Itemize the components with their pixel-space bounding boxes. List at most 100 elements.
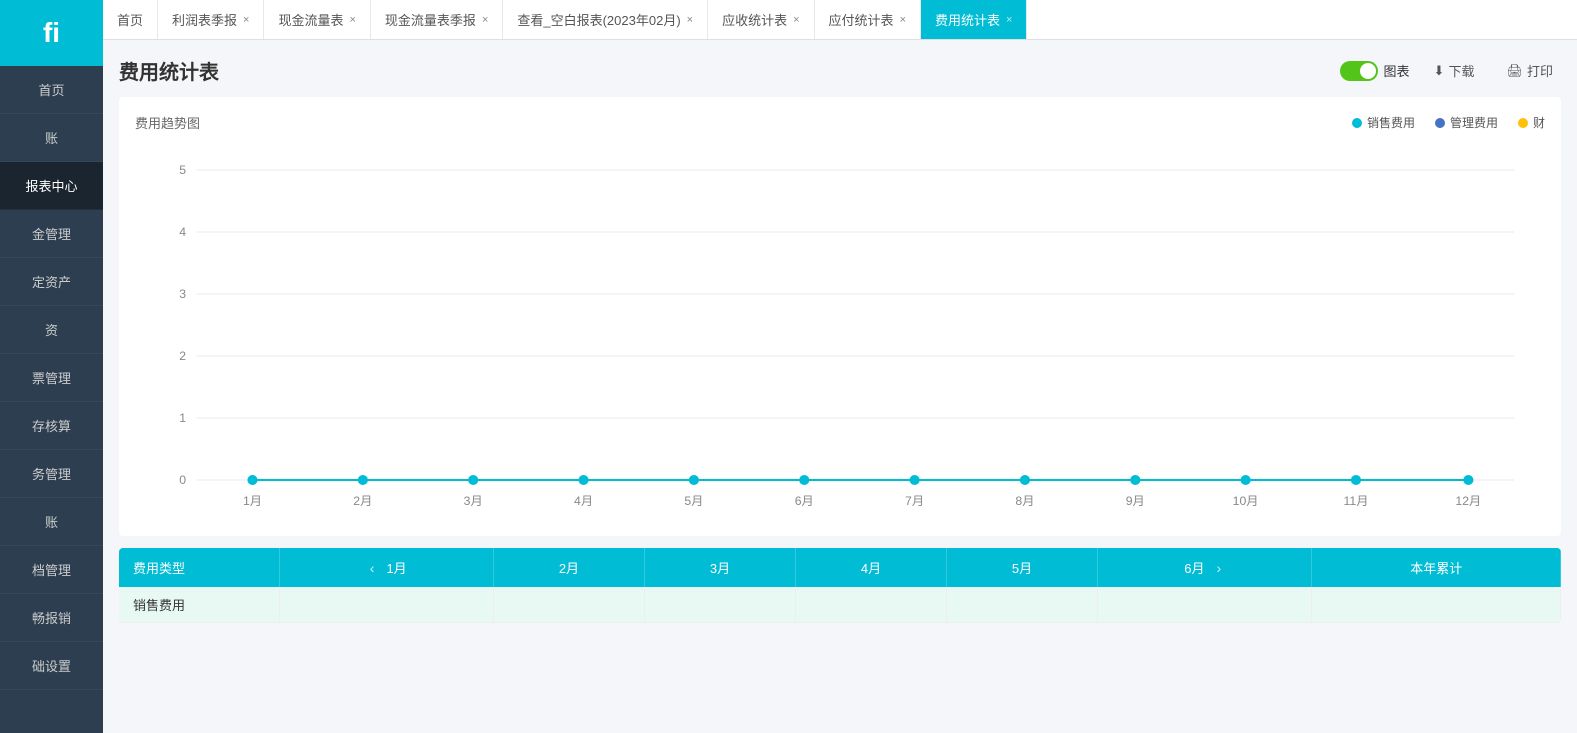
sidebar-item-invoice[interactable]: 票管理 [0, 354, 103, 402]
row-m1-cell [279, 587, 493, 623]
sidebar-item-assets[interactable]: 定资产 [0, 258, 103, 306]
sidebar-item-home[interactable]: 首页 [0, 66, 103, 114]
tab-close-receivable[interactable]: × [793, 14, 799, 26]
sidebar-logo: fi [0, 0, 103, 66]
svg-text:12月: 12月 [1455, 494, 1481, 508]
row-m2-cell [493, 587, 644, 623]
row-m6-cell [1098, 587, 1312, 623]
svg-text:0: 0 [179, 473, 186, 487]
sidebar-item-expense[interactable]: 畅报销 [0, 594, 103, 642]
tab-close-profit-quarterly[interactable]: × [243, 14, 249, 26]
row-m3-cell [644, 587, 795, 623]
svg-text:2月: 2月 [353, 494, 372, 508]
tab-close-payable[interactable]: × [900, 14, 906, 26]
svg-text:6月: 6月 [795, 494, 814, 508]
chart-toggle[interactable] [1340, 61, 1378, 81]
page-content: 费用统计表 图表 ⬇ 下载 🖨 打印 费用趋势图 [103, 40, 1577, 733]
sidebar-item-archive[interactable]: 档管理 [0, 546, 103, 594]
legend-item-admin: 管理费用 [1435, 114, 1498, 131]
col-month-2-header: 2月 [493, 548, 644, 587]
page-title: 费用统计表 [119, 56, 219, 85]
chart-legend: 销售费用 管理费用 财 [1352, 114, 1545, 131]
svg-text:9月: 9月 [1126, 494, 1145, 508]
print-button[interactable]: 🖨 打印 [1498, 57, 1561, 84]
sidebar-item-service[interactable]: 务管理 [0, 450, 103, 498]
tab-receivable[interactable]: 应收统计表 × [708, 0, 814, 39]
sidebar-item-account[interactable]: 账 [0, 498, 103, 546]
svg-text:1月: 1月 [243, 494, 262, 508]
chart-panel: 费用趋势图 销售费用 管理费用 财 [119, 97, 1561, 536]
tab-close-cashflow-quarterly[interactable]: × [482, 14, 488, 26]
data-table-wrap: 费用类型 ‹ 1月 2月 3月 4月 5月 [119, 548, 1561, 623]
chart-toggle-label: 图表 [1384, 61, 1410, 80]
row-m4-cell [795, 587, 946, 623]
legend-dot-sales [1352, 118, 1362, 128]
page-header: 费用统计表 图表 ⬇ 下载 🖨 打印 [119, 56, 1561, 85]
header-actions: 图表 ⬇ 下载 🖨 打印 [1340, 57, 1561, 84]
col-summary-header: 本年累计 [1312, 548, 1561, 587]
tab-cashflow[interactable]: 现金流量表 × [264, 0, 370, 39]
col-month-6-label: 6月 [1184, 558, 1204, 577]
legend-dot-admin [1435, 118, 1445, 128]
col-month-3-header: 3月 [644, 548, 795, 587]
chart-toggle-wrap: 图表 [1340, 61, 1410, 81]
legend-item-sales: 销售费用 [1352, 114, 1415, 131]
table-row: 销售费用 [119, 587, 1561, 623]
legend-label-finance: 财 [1533, 114, 1545, 131]
prev-arrow[interactable]: ‹ [366, 560, 379, 576]
tab-payable[interactable]: 应付统计表 × [815, 0, 921, 39]
tab-cashflow-quarterly[interactable]: 现金流量表季报 × [371, 0, 503, 39]
col-month-1: 1月 [386, 558, 406, 577]
tab-bar: 首页 利润表季报 × 现金流量表 × 现金流量表季报 × 查看_空白报表(202… [103, 0, 1577, 40]
tab-close-blank-report[interactable]: × [687, 14, 693, 26]
svg-text:3: 3 [179, 287, 186, 301]
sidebar-item-cash[interactable]: 金管理 [0, 210, 103, 258]
row-summary-cell [1312, 587, 1561, 623]
tab-profit-quarterly[interactable]: 利润表季报 × [158, 0, 264, 39]
col-month-4-header: 4月 [795, 548, 946, 587]
svg-text:1: 1 [179, 411, 186, 425]
download-label: 下载 [1448, 61, 1474, 80]
svg-text:11月: 11月 [1343, 494, 1368, 508]
svg-text:8月: 8月 [1015, 494, 1034, 508]
svg-text:5: 5 [179, 163, 186, 177]
sidebar-item-salary[interactable]: 资 [0, 306, 103, 354]
legend-item-finance: 财 [1518, 114, 1545, 131]
col-month-5-header: 5月 [946, 548, 1097, 587]
svg-text:4月: 4月 [574, 494, 593, 508]
legend-dot-finance [1518, 118, 1528, 128]
svg-text:3月: 3月 [464, 494, 483, 508]
tab-close-expense[interactable]: × [1006, 14, 1012, 26]
row-type-cell: 销售费用 [119, 587, 279, 623]
col-prev-nav[interactable]: ‹ 1月 [279, 548, 493, 587]
chart-title: 费用趋势图 [135, 113, 200, 132]
chart-svg: 5 4 3 2 1 0 1月 2月 3月 4月 5月 6月 7月 8月 9 [135, 140, 1545, 520]
svg-text:7月: 7月 [905, 494, 924, 508]
svg-text:2: 2 [179, 349, 186, 363]
download-icon: ⬇ [1434, 63, 1445, 79]
sidebar-item-ledger[interactable]: 账 [0, 114, 103, 162]
tab-close-cashflow[interactable]: × [349, 14, 355, 26]
expense-table: 费用类型 ‹ 1月 2月 3月 4月 5月 [119, 548, 1561, 623]
tab-expense[interactable]: 费用统计表 × [921, 0, 1027, 39]
svg-text:4: 4 [179, 225, 186, 239]
chart-header: 费用趋势图 销售费用 管理费用 财 [135, 113, 1545, 132]
tab-home[interactable]: 首页 [103, 0, 158, 39]
print-label: 打印 [1527, 61, 1553, 80]
legend-label-sales: 销售费用 [1367, 114, 1415, 131]
legend-label-admin: 管理费用 [1450, 114, 1498, 131]
tab-blank-report[interactable]: 查看_空白报表(2023年02月) × [503, 0, 708, 39]
main-area: 首页 利润表季报 × 现金流量表 × 现金流量表季报 × 查看_空白报表(202… [103, 0, 1577, 733]
sidebar: fi 首页 账 报表中心 金管理 定资产 资 票管理 存核算 务管理 账 档管理… [0, 0, 103, 733]
chart-area: 5 4 3 2 1 0 1月 2月 3月 4月 5月 6月 7月 8月 9 [135, 140, 1545, 520]
svg-text:10月: 10月 [1233, 494, 1259, 508]
col-type-header: 费用类型 [119, 548, 279, 587]
download-button[interactable]: ⬇ 下载 [1426, 57, 1483, 84]
col-month-6-nav[interactable]: 6月 › [1098, 548, 1312, 587]
sidebar-item-settings[interactable]: 础设置 [0, 642, 103, 690]
sidebar-item-inventory[interactable]: 存核算 [0, 402, 103, 450]
row-m5-cell [946, 587, 1097, 623]
svg-text:5月: 5月 [684, 494, 703, 508]
sidebar-item-reports[interactable]: 报表中心 [0, 162, 103, 210]
next-arrow[interactable]: › [1213, 560, 1226, 576]
